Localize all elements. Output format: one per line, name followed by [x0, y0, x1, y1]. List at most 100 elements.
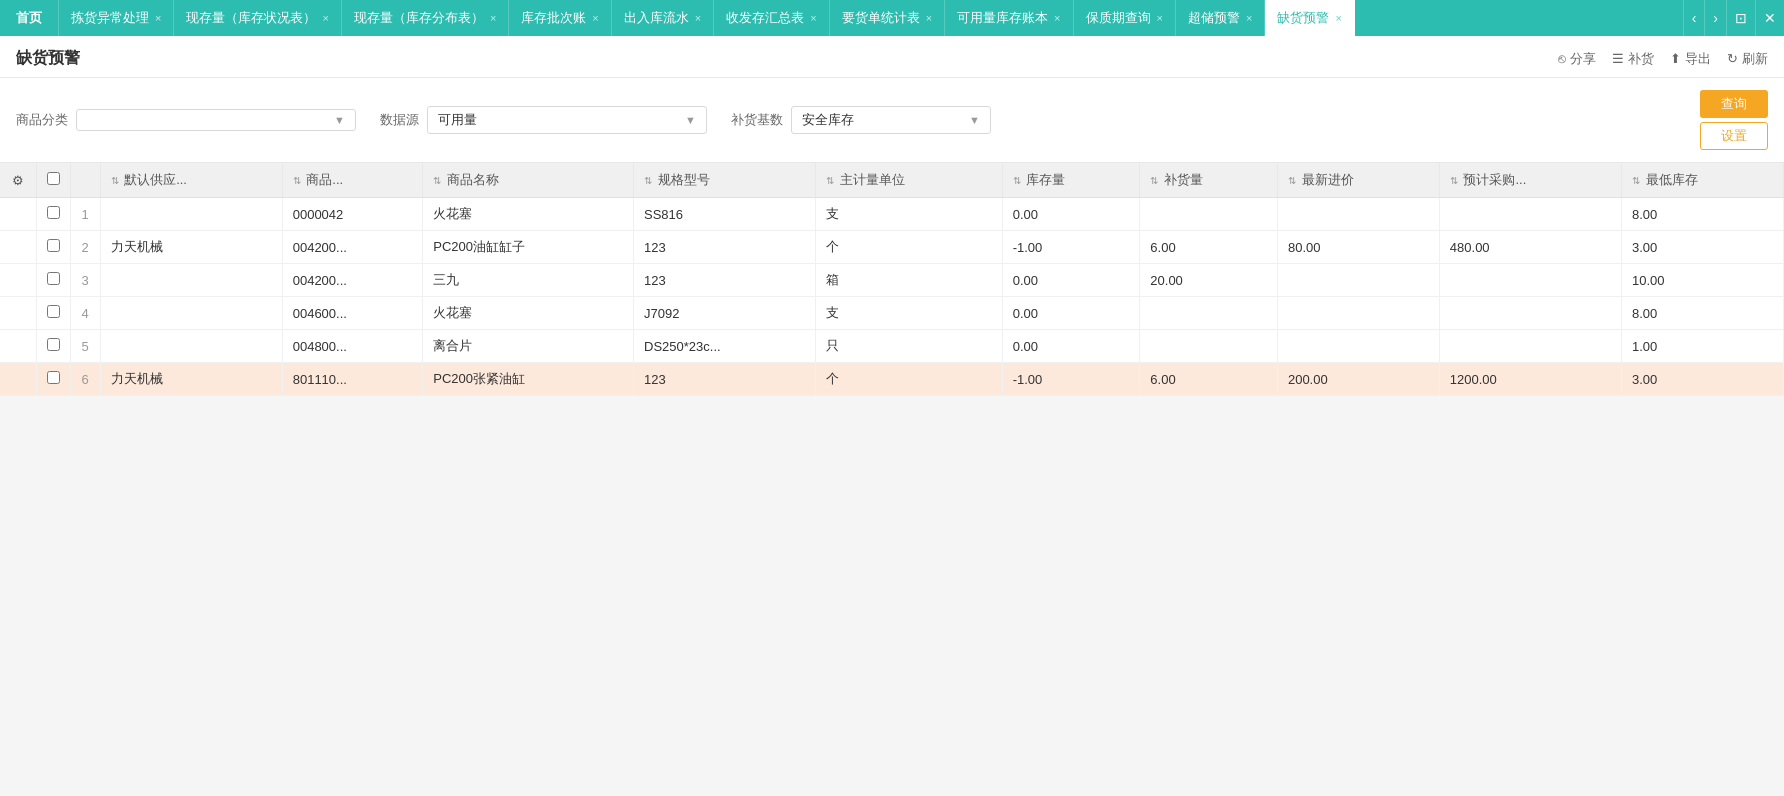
row-latest-price — [1277, 198, 1439, 231]
row-checkbox-cell[interactable] — [36, 330, 70, 363]
product-code-column-header[interactable]: ⇅ 商品... — [282, 163, 423, 198]
share-action[interactable]: ⎋ 分享 — [1558, 50, 1596, 68]
tab-close-button[interactable]: ✕ — [1755, 0, 1784, 36]
row-latest-price: 80.00 — [1277, 231, 1439, 264]
unit-column-header[interactable]: ⇅ 主计量单位 — [816, 163, 1002, 198]
sort-icon: ⇅ — [826, 175, 834, 186]
row-replenish — [1140, 198, 1278, 231]
close-icon[interactable]: × — [695, 12, 701, 24]
row-spec: J7092 — [634, 297, 816, 330]
supplier-column-header[interactable]: ⇅ 默认供应... — [100, 163, 282, 198]
row-replenish: 6.00 — [1140, 231, 1278, 264]
tab-restore-button[interactable]: ⊡ — [1726, 0, 1755, 36]
row-supplier — [100, 264, 282, 297]
row-stock: 0.00 — [1002, 330, 1140, 363]
row-unit: 箱 — [816, 264, 1002, 297]
tab-order-stats[interactable]: 要货单统计表 × — [830, 0, 945, 36]
close-icon[interactable]: × — [322, 12, 328, 24]
tab-shortage-warning[interactable]: 缺货预警 × — [1265, 0, 1354, 36]
tab-home[interactable]: 首页 — [0, 0, 59, 36]
replenish-action[interactable]: ☰ 补货 — [1612, 50, 1654, 68]
row-checkbox-cell[interactable] — [36, 297, 70, 330]
row-min-stock: 10.00 — [1622, 264, 1784, 297]
data-source-filter: 数据源 可用量 ▼ — [380, 106, 707, 134]
tab-batch-account[interactable]: 库存批次账 × — [509, 0, 611, 36]
estimated-purchase-column-header[interactable]: ⇅ 预计采购... — [1439, 163, 1621, 198]
close-icon[interactable]: × — [1157, 12, 1163, 24]
settings-button[interactable]: 设置 — [1700, 122, 1768, 150]
row-number: 3 — [70, 264, 100, 297]
close-icon[interactable]: × — [1335, 12, 1341, 24]
data-source-value: 可用量 — [438, 111, 477, 129]
row-gear-cell — [0, 330, 36, 363]
latest-price-column-header[interactable]: ⇅ 最新进价 — [1277, 163, 1439, 198]
close-icon[interactable]: × — [592, 12, 598, 24]
export-icon: ⬆ — [1670, 51, 1681, 66]
row-number: 2 — [70, 231, 100, 264]
min-stock-column-header[interactable]: ⇅ 最低库存 — [1622, 163, 1784, 198]
refresh-action[interactable]: ↻ 刷新 — [1727, 50, 1768, 68]
tab-defect-process[interactable]: 拣货异常处理 × — [59, 0, 174, 36]
chevron-down-icon: ▼ — [969, 114, 980, 126]
chevron-down-icon: ▼ — [685, 114, 696, 126]
table-container: ⚙ ⇅ 默认供应... ⇅ 商品... ⇅ — [0, 163, 1784, 396]
row-checkbox-cell[interactable] — [36, 198, 70, 231]
query-button[interactable]: 查询 — [1700, 90, 1768, 118]
tab-prev-button[interactable]: ‹ — [1683, 0, 1705, 36]
product-category-label: 商品分类 — [16, 111, 68, 129]
export-action[interactable]: ⬆ 导出 — [1670, 50, 1711, 68]
replenish-column-header[interactable]: ⇅ 补货量 — [1140, 163, 1278, 198]
close-icon[interactable]: × — [926, 12, 932, 24]
sort-icon: ⇅ — [1013, 175, 1021, 186]
row-estimated-purchase — [1439, 297, 1621, 330]
tab-inout-flow[interactable]: 出入库流水 × — [612, 0, 714, 36]
row-checkbox[interactable] — [47, 239, 60, 252]
gear-column-header[interactable]: ⚙ — [0, 163, 36, 198]
product-category-select[interactable]: ▼ — [76, 109, 356, 131]
tab-expiry-query[interactable]: 保质期查询 × — [1074, 0, 1176, 36]
replenish-base-select[interactable]: 安全库存 ▼ — [791, 106, 991, 134]
close-icon[interactable]: × — [1054, 12, 1060, 24]
row-checkbox[interactable] — [47, 272, 60, 285]
row-spec: 123 — [634, 363, 816, 396]
row-estimated-purchase — [1439, 330, 1621, 363]
row-product-name: 离合片 — [423, 330, 634, 363]
sort-icon: ⇅ — [1150, 175, 1158, 186]
tab-inventory-status[interactable]: 现存量（库存状况表） × — [174, 0, 341, 36]
table-row: 2 力天机械 004200... PC200油缸缸子 123 个 -1.00 6… — [0, 231, 1784, 264]
tab-inventory-dist[interactable]: 现存量（库存分布表） × — [342, 0, 509, 36]
row-checkbox-cell[interactable] — [36, 231, 70, 264]
product-name-column-header[interactable]: ⇅ 商品名称 — [423, 163, 634, 198]
close-icon[interactable]: × — [155, 12, 161, 24]
close-icon[interactable]: × — [490, 12, 496, 24]
data-source-select[interactable]: 可用量 ▼ — [427, 106, 707, 134]
row-stock: -1.00 — [1002, 363, 1140, 396]
row-num-column-header — [70, 163, 100, 198]
close-icon[interactable]: × — [1246, 12, 1252, 24]
row-checkbox-cell[interactable] — [36, 363, 70, 396]
close-icon[interactable]: × — [810, 12, 816, 24]
row-stock: 0.00 — [1002, 198, 1140, 231]
row-checkbox[interactable] — [47, 305, 60, 318]
row-estimated-purchase — [1439, 198, 1621, 231]
row-checkbox-cell[interactable] — [36, 264, 70, 297]
row-number: 5 — [70, 330, 100, 363]
row-checkbox[interactable] — [47, 206, 60, 219]
row-spec: 123 — [634, 264, 816, 297]
tab-available-ledger[interactable]: 可用量库存账本 × — [945, 0, 1073, 36]
data-table: ⚙ ⇅ 默认供应... ⇅ 商品... ⇅ — [0, 163, 1784, 396]
sort-icon: ⇅ — [644, 175, 652, 186]
checkbox-column-header[interactable] — [36, 163, 70, 198]
select-all-checkbox[interactable] — [47, 172, 60, 185]
replenish-base-value: 安全库存 — [802, 111, 854, 129]
tab-overstock-warning[interactable]: 超储预警 × — [1176, 0, 1265, 36]
row-checkbox[interactable] — [47, 371, 60, 384]
tab-receive-summary[interactable]: 收发存汇总表 × — [714, 0, 829, 36]
stock-column-header[interactable]: ⇅ 库存量 — [1002, 163, 1140, 198]
tab-next-button[interactable]: › — [1704, 0, 1726, 36]
spec-column-header[interactable]: ⇅ 规格型号 — [634, 163, 816, 198]
row-unit: 支 — [816, 198, 1002, 231]
sort-icon: ⇅ — [293, 175, 301, 186]
row-checkbox[interactable] — [47, 338, 60, 351]
row-supplier — [100, 330, 282, 363]
